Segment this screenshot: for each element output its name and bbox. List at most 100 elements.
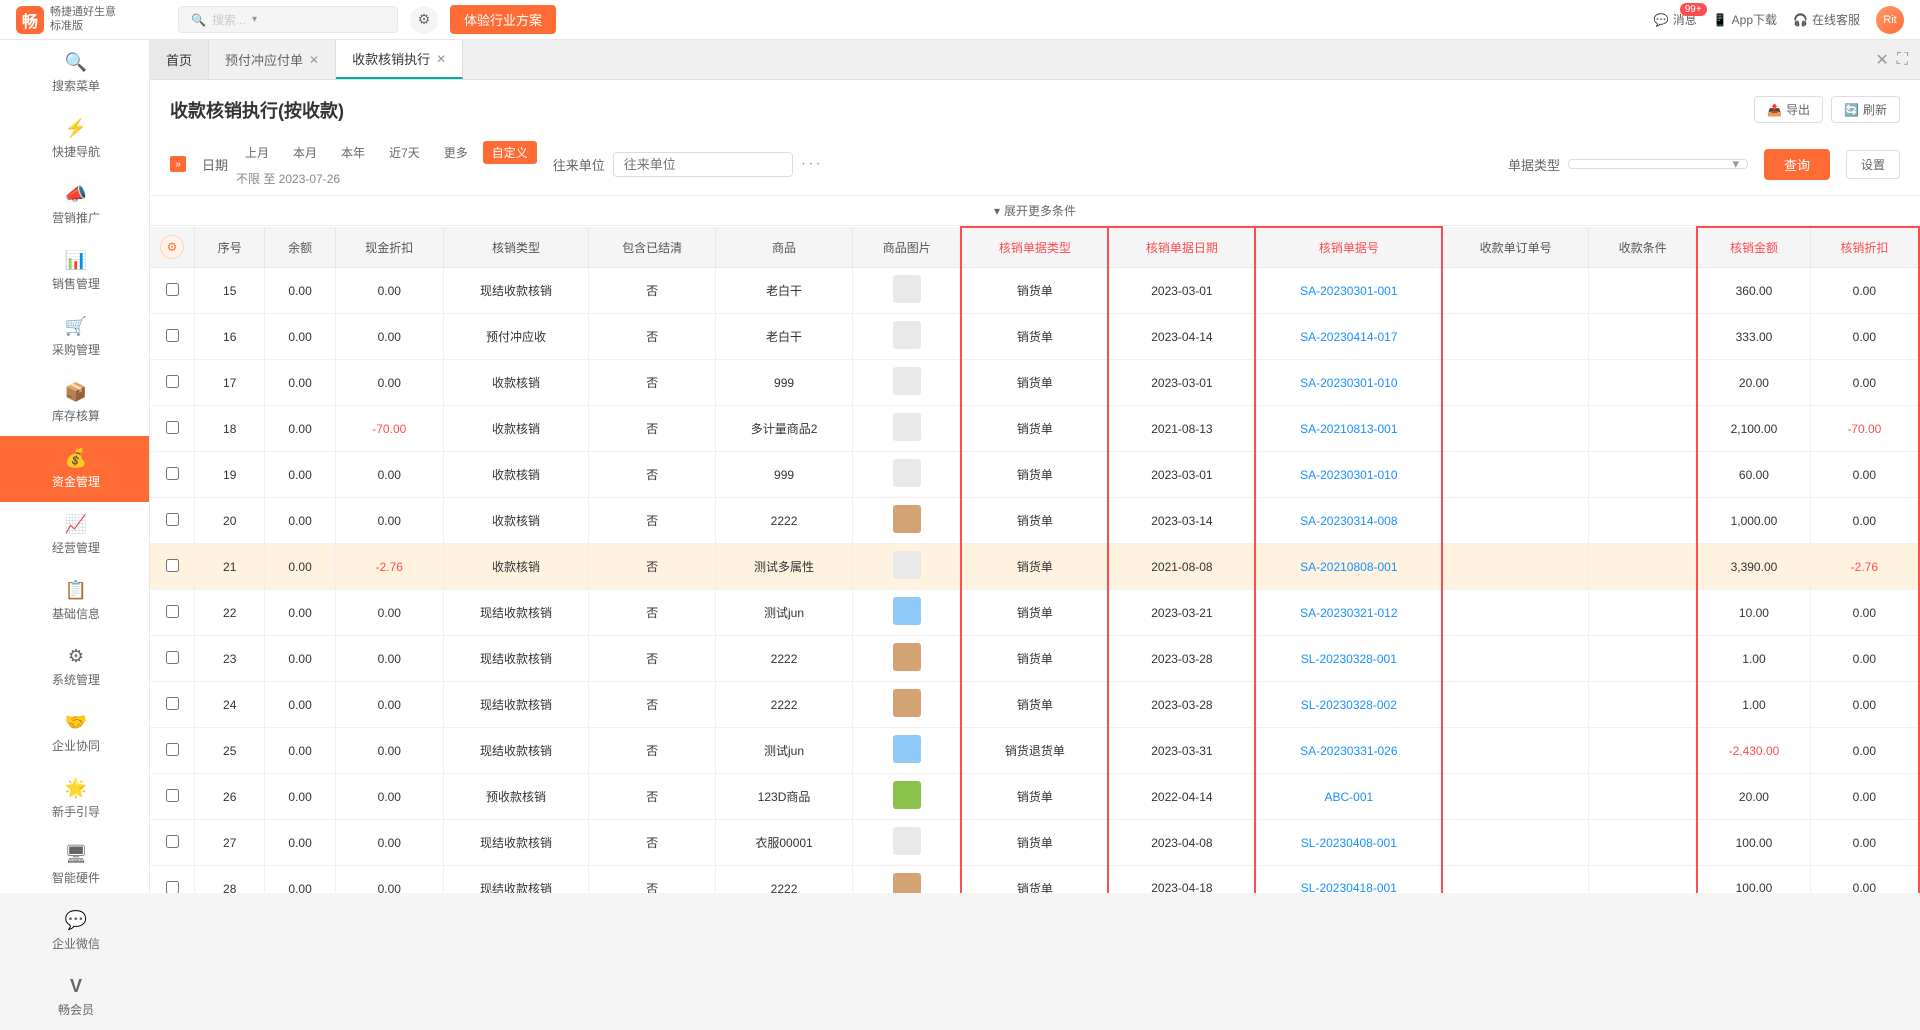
row-checkbox[interactable] — [166, 283, 179, 296]
sidebar-item-collab[interactable]: 🤝 企业协同 — [0, 700, 149, 766]
tab-receipt-cancel-close-icon[interactable]: ✕ — [436, 52, 446, 66]
td-checkbox[interactable] — [150, 774, 195, 820]
filter-type-select[interactable]: ▾ — [1568, 159, 1748, 169]
tab-home[interactable]: 首页 — [150, 40, 209, 79]
filter-tag-thismonth[interactable]: 本月 — [284, 141, 326, 164]
cancel-bill-no-link[interactable]: SL-20230328-001 — [1301, 652, 1397, 666]
td-cancel-discount: 0.00 — [1810, 636, 1919, 682]
tab-prepay-close-icon[interactable]: ✕ — [309, 53, 319, 67]
filter-unit-input[interactable] — [613, 152, 793, 177]
sidebar-item-hardware[interactable]: 🖥 智能硬件 — [0, 832, 149, 898]
filter-tag-thisyear[interactable]: 本年 — [332, 141, 374, 164]
cancel-bill-no-link[interactable]: SA-20230414-017 — [1300, 330, 1397, 344]
row-checkbox[interactable] — [166, 789, 179, 802]
sidebar-item-sysconfig[interactable]: ⚙ 系统管理 — [0, 634, 149, 700]
row-checkbox[interactable] — [166, 375, 179, 388]
td-checkbox[interactable] — [150, 360, 195, 406]
row-checkbox[interactable] — [166, 697, 179, 710]
messages-button[interactable]: 💬 消息 99+ — [1654, 11, 1697, 28]
td-receipt-order-no — [1442, 820, 1588, 866]
td-checkbox[interactable] — [150, 544, 195, 590]
cancel-bill-no-link[interactable]: SA-20230301-010 — [1300, 376, 1397, 390]
td-cancel-discount: 0.00 — [1810, 498, 1919, 544]
app-download-button[interactable]: 📱 App下载 — [1713, 11, 1777, 28]
td-checkbox[interactable] — [150, 590, 195, 636]
row-checkbox[interactable] — [166, 605, 179, 618]
td-checkbox[interactable] — [150, 866, 195, 894]
td-cancel-discount: 0.00 — [1810, 820, 1919, 866]
cancel-bill-no-link[interactable]: SA-20230301-001 — [1300, 284, 1397, 298]
td-checkbox[interactable] — [150, 314, 195, 360]
td-checkbox[interactable] — [150, 268, 195, 314]
tab-receipt-cancel[interactable]: 收款核销执行 ✕ — [336, 40, 463, 79]
row-checkbox[interactable] — [166, 651, 179, 664]
td-checkbox[interactable] — [150, 636, 195, 682]
row-checkbox[interactable] — [166, 513, 179, 526]
sidebar-item-wechat[interactable]: 💬 企业微信 — [0, 898, 149, 964]
tab-maximize-icon[interactable]: ⛶ — [1897, 51, 1908, 69]
cancel-bill-no-link[interactable]: SA-20230321-012 — [1300, 606, 1397, 620]
cancel-bill-no-link[interactable]: SL-20230328-002 — [1301, 698, 1397, 712]
row-checkbox[interactable] — [166, 743, 179, 756]
row-checkbox[interactable] — [166, 421, 179, 434]
row-checkbox[interactable] — [166, 835, 179, 848]
td-receipt-condition — [1588, 452, 1697, 498]
export-button[interactable]: 📤 导出 — [1754, 96, 1823, 123]
sidebar-item-purchase[interactable]: 🛒 采购管理 — [0, 304, 149, 370]
sidebar-item-operations[interactable]: 📈 经营管理 — [0, 502, 149, 568]
query-button[interactable]: 查询 — [1764, 149, 1830, 180]
filter-tag-custom[interactable]: 自定义 — [483, 141, 537, 164]
td-checkbox[interactable] — [150, 452, 195, 498]
cancel-bill-no-link[interactable]: SL-20230418-001 — [1301, 881, 1397, 893]
sidebar-item-search[interactable]: 🔍 搜索菜单 — [0, 40, 149, 106]
column-settings-icon[interactable]: ⚙ — [160, 235, 184, 259]
td-cancel-discount: 0.00 — [1810, 360, 1919, 406]
cancel-bill-no-link[interactable]: SA-20230301-010 — [1300, 468, 1397, 482]
row-checkbox[interactable] — [166, 881, 179, 894]
dropdown-arrow-icon: ▾ — [252, 14, 257, 25]
td-checkbox[interactable] — [150, 728, 195, 774]
td-cancel-discount: 0.00 — [1810, 774, 1919, 820]
sidebar-item-baseinfo[interactable]: 📋 基础信息 — [0, 568, 149, 634]
row-checkbox[interactable] — [166, 467, 179, 480]
sidebar-item-marketing[interactable]: 📣 营销推广 — [0, 172, 149, 238]
filter-tag-more[interactable]: 更多 — [435, 141, 477, 164]
cancel-bill-no-link[interactable]: ABC-001 — [1324, 790, 1373, 804]
online-service-button[interactable]: 🎧 在线客服 — [1793, 11, 1860, 28]
td-checkbox[interactable] — [150, 406, 195, 452]
cancel-bill-no-link[interactable]: SA-20230314-008 — [1300, 514, 1397, 528]
goods-image-thumb — [893, 367, 921, 395]
cancel-bill-no-link[interactable]: SA-20210813-001 — [1300, 422, 1397, 436]
industry-solution-button[interactable]: 体验行业方案 — [450, 5, 556, 34]
sidebar-item-sales[interactable]: 📊 销售管理 — [0, 238, 149, 304]
sidebar-item-guide[interactable]: 🌟 新手引导 — [0, 766, 149, 832]
td-seq: 27 — [195, 820, 265, 866]
cancel-bill-no-link[interactable]: SL-20230408-001 — [1301, 836, 1397, 850]
tab-prepay[interactable]: 预付冲应付单 ✕ — [209, 40, 336, 79]
refresh-button[interactable]: 🔄 刷新 — [1831, 96, 1900, 123]
user-avatar[interactable]: Rit — [1876, 6, 1904, 34]
row-checkbox[interactable] — [166, 329, 179, 342]
filter-tag-7days[interactable]: 近7天 — [380, 141, 429, 164]
sidebar-item-inventory[interactable]: 📦 库存核算 — [0, 370, 149, 436]
filter-expand-arrow[interactable]: » — [170, 156, 186, 172]
sidebar-item-member[interactable]: V 畅会员 — [0, 964, 149, 1030]
guide-icon: 🌟 — [65, 778, 87, 799]
td-checkbox[interactable] — [150, 820, 195, 866]
cancel-bill-no-link[interactable]: SA-20230331-026 — [1300, 744, 1397, 758]
th-seq: 序号 — [195, 227, 265, 268]
sidebar-item-quicknav[interactable]: ⚡ 快捷导航 — [0, 106, 149, 172]
tab-close-window-icon[interactable]: ✕ — [1875, 50, 1888, 70]
expand-conditions-button[interactable]: ▾ 展开更多条件 — [984, 200, 1086, 221]
top-search-box[interactable]: 🔍 搜索... ▾ — [178, 6, 398, 33]
filter-date-tags: 上月 本月 本年 近7天 更多 自定义 不限 至 2023-07-26 — [236, 141, 537, 187]
row-checkbox[interactable] — [166, 559, 179, 572]
cancel-bill-no-link[interactable]: SA-20210808-001 — [1300, 560, 1397, 574]
settings-button[interactable]: 设置 — [1846, 150, 1900, 179]
td-checkbox[interactable] — [150, 498, 195, 544]
td-checkbox[interactable] — [150, 682, 195, 728]
sidebar-item-finance[interactable]: 💰 资金管理 — [0, 436, 149, 502]
th-settings[interactable]: ⚙ — [150, 227, 195, 268]
filter-tag-lastmonth[interactable]: 上月 — [236, 141, 278, 164]
gear-button[interactable]: ⚙ — [410, 6, 438, 34]
